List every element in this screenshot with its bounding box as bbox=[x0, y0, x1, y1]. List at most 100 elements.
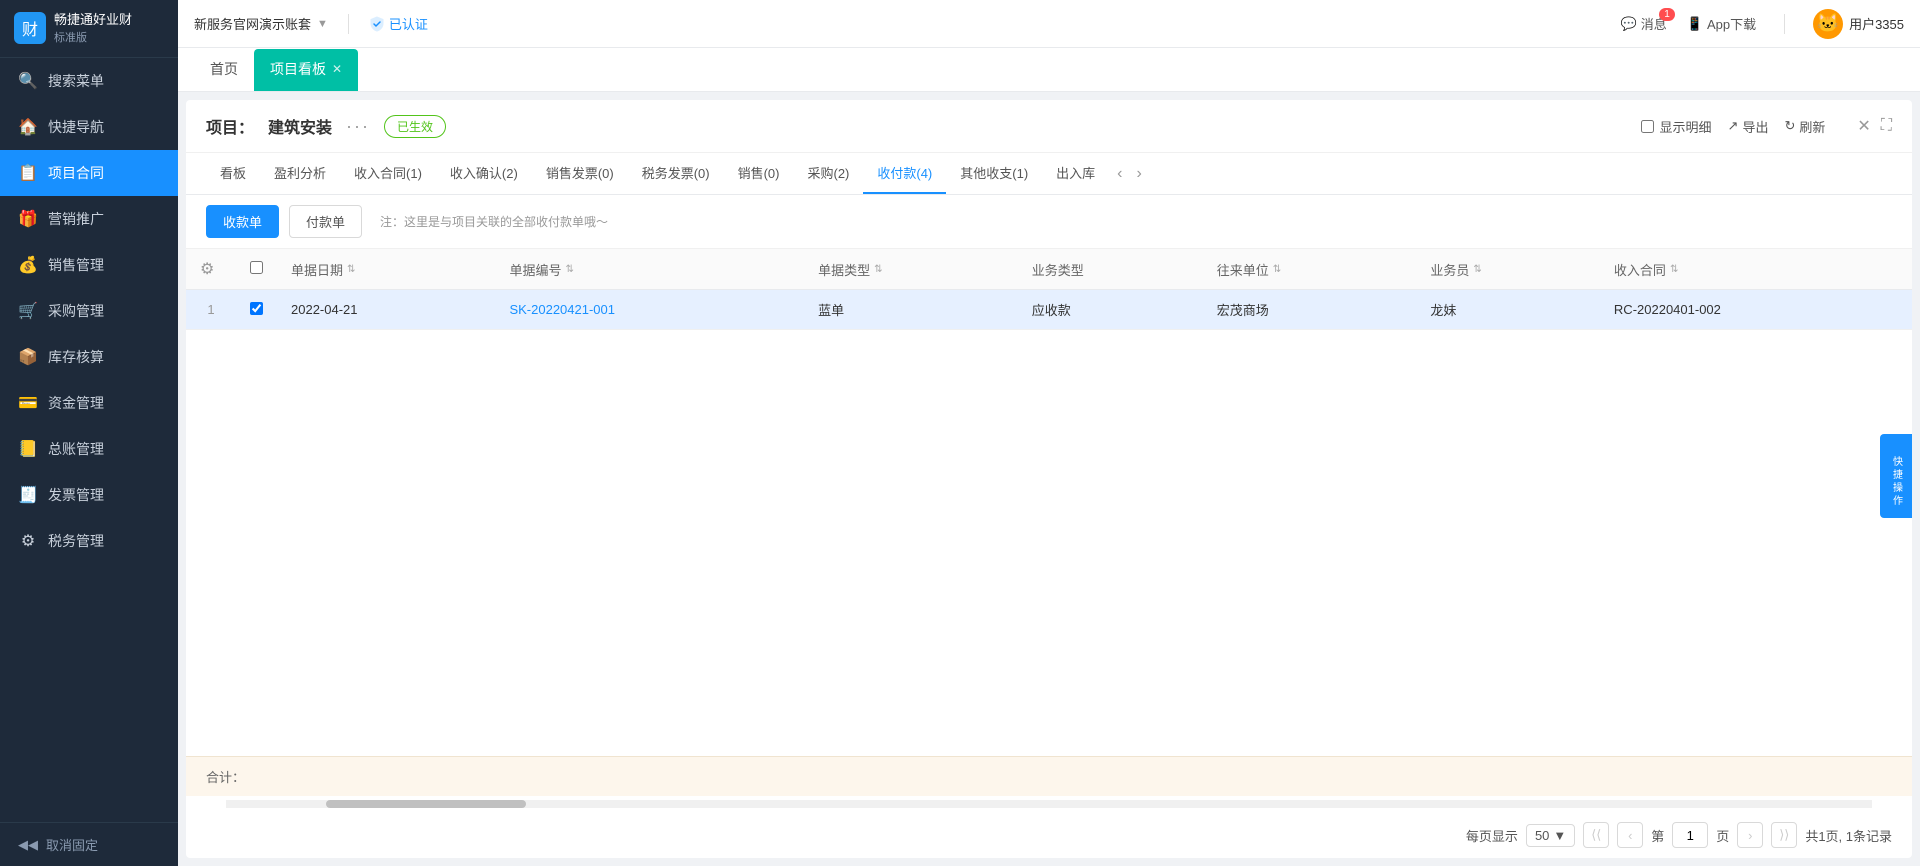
sub-tab-other-income[interactable]: 其他收支(1) bbox=[946, 153, 1042, 194]
col-number: 单据编号 ⇅ bbox=[495, 249, 804, 290]
sort-partner[interactable]: 往来单位 ⇅ bbox=[1217, 260, 1403, 279]
row-type: 蓝单 bbox=[804, 290, 1018, 330]
sub-tabs-prev-icon[interactable]: ‹ bbox=[1111, 157, 1128, 191]
row-biz-type: 应收款 bbox=[1018, 290, 1203, 330]
tab-home[interactable]: 首页 bbox=[194, 49, 254, 91]
project-name: 新服务官网演示账套 bbox=[194, 14, 311, 33]
sub-tab-payment[interactable]: 收付款(4) bbox=[863, 153, 946, 194]
prev-page-button[interactable]: ‹ bbox=[1617, 822, 1643, 848]
tabbar: 首页 项目看板 ✕ bbox=[178, 48, 1920, 92]
svg-text:捷: 捷 bbox=[1891, 468, 1903, 480]
receipt-filter-button[interactable]: 收款单 bbox=[206, 205, 279, 238]
tax-icon: ⚙ bbox=[18, 531, 38, 551]
project-prefix: 项目： bbox=[206, 114, 254, 138]
sidebar-item-project[interactable]: 📋 项目合同 bbox=[0, 150, 178, 196]
sidebar-item-inventory[interactable]: 📦 库存核算 bbox=[0, 334, 178, 380]
user-menu[interactable]: 🐱 用户3355 bbox=[1813, 9, 1904, 39]
sort-salesman[interactable]: 业务员 ⇅ bbox=[1430, 260, 1586, 279]
page-input[interactable] bbox=[1672, 822, 1708, 848]
topbar-right: 💬 消息 1 📱 App下载 🐱 用户3355 bbox=[1621, 9, 1904, 39]
topbar-project[interactable]: 新服务官网演示账套 ▼ bbox=[194, 14, 328, 33]
sidebar-item-ledger[interactable]: 📒 总账管理 bbox=[0, 426, 178, 472]
sort-contract[interactable]: 收入合同 ⇅ bbox=[1614, 260, 1898, 279]
app-download-button[interactable]: 📱 App下载 bbox=[1687, 14, 1756, 33]
home-icon: 🏠 bbox=[18, 117, 38, 137]
settings-col-header: ⚙ bbox=[186, 249, 236, 290]
show-detail-checkbox[interactable]: 显示明细 bbox=[1641, 117, 1712, 136]
page-label: 第 bbox=[1651, 826, 1664, 845]
select-all-checkbox[interactable] bbox=[250, 261, 263, 274]
refresh-icon: ↻ bbox=[1784, 118, 1795, 134]
chevron-down-icon: ▼ bbox=[1553, 828, 1566, 843]
show-detail-label: 显示明细 bbox=[1660, 117, 1712, 136]
message-button[interactable]: 💬 消息 1 bbox=[1621, 14, 1667, 33]
first-page-button[interactable]: ⟨⟨ bbox=[1583, 822, 1609, 848]
sub-tab-profit[interactable]: 盈利分析 bbox=[260, 153, 340, 194]
page-size-select[interactable]: 50 ▼ bbox=[1526, 824, 1575, 847]
sort-icon-type: ⇅ bbox=[874, 264, 882, 275]
sub-tab-tax-invoice[interactable]: 税务发票(0) bbox=[628, 153, 724, 194]
tab-project-label: 项目看板 bbox=[270, 59, 326, 79]
page-size-label: 每页显示 bbox=[1466, 826, 1518, 845]
sub-tab-income-contract[interactable]: 收入合同(1) bbox=[340, 153, 436, 194]
topbar: 新服务官网演示账套 ▼ 已认证 💬 消息 1 📱 App下载 🐱 bbox=[178, 0, 1920, 48]
maximize-icon[interactable]: ⛶ bbox=[1881, 117, 1892, 135]
sidebar-item-label: 项目合同 bbox=[48, 163, 104, 183]
sort-date[interactable]: 单据日期 ⇅ bbox=[291, 260, 481, 279]
table-settings-icon[interactable]: ⚙ bbox=[200, 261, 214, 278]
sidebar-item-marketing[interactable]: 🎁 营销推广 bbox=[0, 196, 178, 242]
row-salesman: 龙妹 bbox=[1416, 290, 1600, 330]
last-page-button[interactable]: ⟩⟩ bbox=[1771, 822, 1797, 848]
sort-type[interactable]: 单据类型 ⇅ bbox=[818, 260, 1004, 279]
inventory-icon: 📦 bbox=[18, 347, 38, 367]
svg-text:快: 快 bbox=[1891, 456, 1903, 467]
horizontal-scrollbar[interactable] bbox=[186, 796, 1912, 812]
filter-note: 注：这里是与项目关联的全部收付款单哦～ bbox=[380, 213, 608, 230]
sub-tabs-next-icon[interactable]: › bbox=[1131, 157, 1148, 191]
payment-filter-button[interactable]: 付款单 bbox=[289, 205, 362, 238]
topbar-certified: 已认证 bbox=[369, 14, 428, 33]
user-name: 用户3355 bbox=[1849, 14, 1904, 33]
purchase-icon: 🛒 bbox=[18, 301, 38, 321]
sidebar-item-label: 资金管理 bbox=[48, 393, 104, 413]
topbar-divider bbox=[348, 14, 349, 34]
sidebar-item-quicknav[interactable]: 🏠 快捷导航 bbox=[0, 104, 178, 150]
sub-tab-inout[interactable]: 出入库 bbox=[1042, 153, 1109, 194]
row-checkbox[interactable] bbox=[250, 302, 263, 315]
sidebar-item-finance[interactable]: 💳 资金管理 bbox=[0, 380, 178, 426]
row-num: 1 bbox=[186, 290, 236, 330]
tab-project-board[interactable]: 项目看板 ✕ bbox=[254, 49, 358, 91]
unpin-button[interactable]: ◀◀ 取消固定 bbox=[0, 822, 178, 866]
invoice-icon: 🧾 bbox=[18, 485, 38, 505]
close-icon[interactable]: ✕ bbox=[1857, 116, 1870, 136]
sub-tab-sales-invoice[interactable]: 销售发票(0) bbox=[532, 153, 628, 194]
export-button[interactable]: ↗ 导出 bbox=[1728, 117, 1769, 136]
sidebar-item-invoice[interactable]: 🧾 发票管理 bbox=[0, 472, 178, 518]
sort-icon-number: ⇅ bbox=[565, 264, 573, 275]
sidebar-item-sales[interactable]: 💰 销售管理 bbox=[0, 242, 178, 288]
tab-home-label: 首页 bbox=[210, 59, 238, 79]
checkbox-col-header bbox=[236, 249, 277, 290]
sub-tab-income-confirm[interactable]: 收入确认(2) bbox=[436, 153, 532, 194]
sub-tab-sales[interactable]: 销售(0) bbox=[724, 153, 794, 194]
scrollbar-thumb[interactable] bbox=[326, 800, 526, 808]
sidebar-item-tax[interactable]: ⚙ 税务管理 bbox=[0, 518, 178, 564]
quick-action-button[interactable]: 快 捷 操 作 bbox=[1880, 434, 1912, 518]
sidebar-item-search[interactable]: 🔍 搜索菜单 bbox=[0, 58, 178, 104]
sidebar-item-label: 税务管理 bbox=[48, 531, 104, 551]
more-options-icon[interactable]: ··· bbox=[346, 116, 370, 137]
row-number-link[interactable]: SK-20220421-001 bbox=[509, 302, 615, 317]
app-name: 畅捷通好业财 bbox=[54, 12, 132, 29]
sort-number[interactable]: 单据编号 ⇅ bbox=[509, 260, 790, 279]
refresh-button[interactable]: ↻ 刷新 bbox=[1784, 117, 1825, 136]
sub-tab-kanban[interactable]: 看板 bbox=[206, 153, 260, 194]
next-page-button[interactable]: › bbox=[1737, 822, 1763, 848]
sidebar-item-label: 快捷导航 bbox=[48, 117, 104, 137]
show-detail-input[interactable] bbox=[1641, 120, 1654, 133]
ledger-icon: 📒 bbox=[18, 439, 38, 459]
sub-tab-purchase[interactable]: 采购(2) bbox=[793, 153, 863, 194]
sort-icon-contract: ⇅ bbox=[1670, 264, 1678, 275]
shield-icon bbox=[369, 16, 385, 32]
tab-close-icon[interactable]: ✕ bbox=[332, 62, 342, 76]
sidebar-item-purchase[interactable]: 🛒 采购管理 bbox=[0, 288, 178, 334]
